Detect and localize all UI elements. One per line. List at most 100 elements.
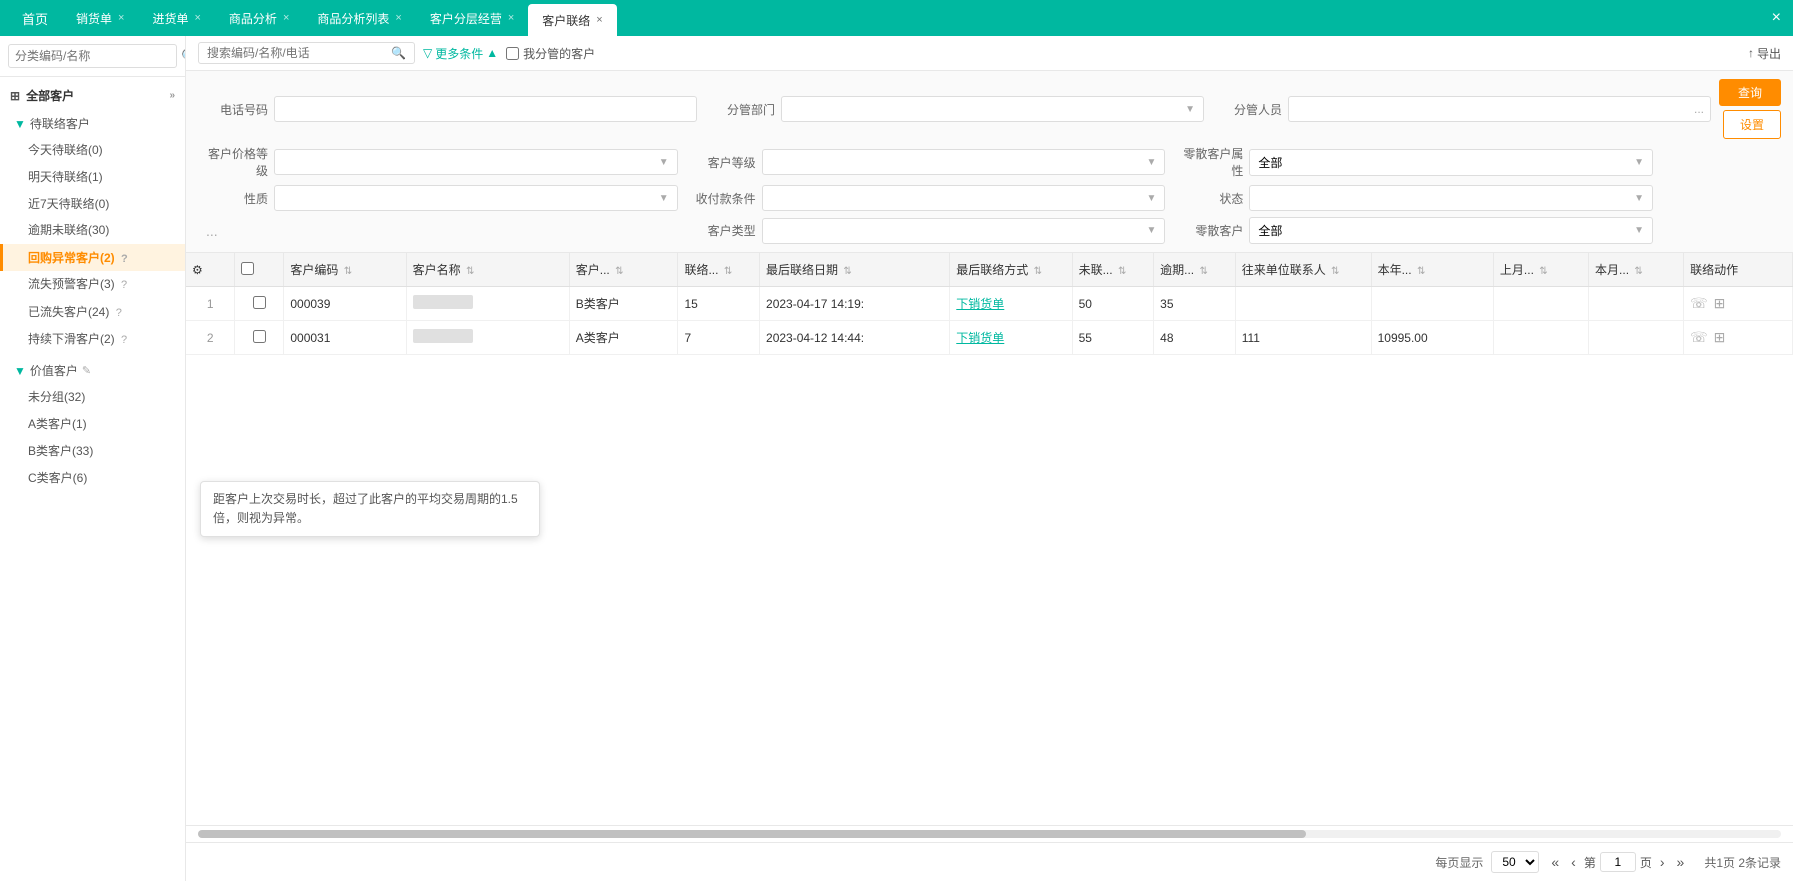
col-settings[interactable]: ⚙ (186, 253, 235, 287)
nav-customer-contact-close[interactable]: × (596, 14, 602, 26)
dept-select[interactable]: ▼ (781, 96, 1204, 122)
col-overdue[interactable]: 逾期... ⇅ (1154, 253, 1236, 287)
sidebar-group-pending[interactable]: ▼ 待联络客户 (0, 110, 185, 137)
row1-lastway[interactable]: 下销货单 (950, 287, 1072, 321)
nav-customer-contact[interactable]: 客户联络 × (528, 4, 616, 36)
dots-button[interactable]: ... (206, 223, 218, 239)
nav-customer-layers-close[interactable]: × (508, 12, 514, 24)
filter-field-scatterprop: 零散客户属性 全部 ▼ (1173, 145, 1653, 179)
prev-page-button[interactable]: ‹ (1567, 852, 1580, 872)
sidebar-item-tomorrow[interactable]: 明天待联络(1) (0, 164, 185, 191)
sidebar-item-ungroups[interactable]: 未分组(32) (0, 384, 185, 411)
filter-field-payment: 收付款条件 ▼ (686, 185, 1166, 211)
nav-customer-layers[interactable]: 客户分层经营 × (416, 0, 528, 36)
row2-lastway-link[interactable]: 下销货单 (956, 331, 1004, 345)
sidebar-item-bclass[interactable]: B类客户(33) (0, 438, 185, 465)
col-contact[interactable]: 联络... ⇅ (678, 253, 760, 287)
row1-phone-icon[interactable]: ☏ (1690, 295, 1708, 312)
window-close-icon[interactable]: × (1772, 9, 1781, 27)
col-lastdate[interactable]: 最后联络日期 ⇅ (760, 253, 950, 287)
sidebar-item-cclass[interactable]: C类客户(6) (0, 465, 185, 492)
query-button[interactable]: 查询 (1719, 79, 1781, 106)
row2-select-checkbox[interactable] (253, 330, 266, 343)
nav-product-analysis[interactable]: 商品分析 × (215, 0, 303, 36)
sidebar-item-overdue[interactable]: 逾期未联络(30) (0, 217, 185, 244)
nature-select[interactable]: ▼ (274, 185, 678, 211)
help-icon-declining[interactable]: ? (121, 334, 127, 346)
col-code[interactable]: 客户编码 ⇅ (284, 253, 406, 287)
page-number-input[interactable] (1600, 852, 1636, 872)
sidebar-search-input[interactable] (8, 44, 177, 68)
row1-num: 1 (186, 287, 235, 321)
customertype-select[interactable]: ▼ (762, 218, 1166, 244)
search-wrap: 🔍 (198, 42, 415, 64)
row2-menu-icon[interactable]: ⊞ (1714, 329, 1726, 346)
payment-select[interactable]: ▼ (762, 185, 1166, 211)
help-icon-abnormal[interactable]: ? (121, 253, 128, 265)
col-thismonth[interactable]: 本月... ⇅ (1589, 253, 1684, 287)
sort-lastmonth-icon: ⇅ (1539, 266, 1547, 277)
scatterprop-label: 零散客户属性 (1173, 145, 1243, 179)
row1-menu-icon[interactable]: ⊞ (1714, 295, 1726, 312)
table-row: 1 000039 B类客户 15 2023-04-17 14:19: 下销货单 (186, 287, 1793, 321)
nav-product-analysis-list[interactable]: 商品分析列表 × (303, 0, 415, 36)
col-name[interactable]: 客户名称 ⇅ (406, 253, 569, 287)
first-page-button[interactable]: « (1547, 852, 1563, 872)
my-customers-checkbox[interactable] (506, 47, 519, 60)
customerlevel-select[interactable]: ▼ (762, 149, 1166, 175)
sort-contact-icon: ⇅ (724, 266, 732, 277)
col-type[interactable]: 客户... ⇅ (569, 253, 678, 287)
sidebar-group-abnormal[interactable]: 回购异常客户(2) ? (0, 244, 185, 271)
nav-home[interactable]: 首页 (8, 0, 62, 36)
nav-product-analysis-close[interactable]: × (283, 12, 289, 24)
phone-input[interactable] (274, 96, 697, 122)
edit-icon[interactable]: ✎ (82, 364, 91, 377)
sidebar-item-today[interactable]: 今天待联络(0) (0, 137, 185, 164)
help-icon-lostwarning[interactable]: ? (121, 279, 127, 291)
scattercustomer-select[interactable]: 全部 ▼ (1249, 217, 1653, 244)
sort-notcontact-icon: ⇅ (1118, 266, 1126, 277)
settings-button[interactable]: 设置 (1723, 110, 1781, 139)
sidebar-item-7days[interactable]: 近7天待联络(0) (0, 191, 185, 218)
col-notcontact[interactable]: 未联... ⇅ (1072, 253, 1154, 287)
nav-sales[interactable]: 销货单 × (62, 0, 138, 36)
col-lastmonth[interactable]: 上月... ⇅ (1493, 253, 1588, 287)
next-page-button[interactable]: › (1656, 852, 1669, 872)
select-all-checkbox[interactable] (241, 262, 254, 275)
page-label: 第 (1584, 854, 1596, 871)
manager-input[interactable]: ... (1288, 96, 1711, 122)
scattercustomer-arrow: ▼ (1634, 225, 1644, 236)
search-icon[interactable]: 🔍 (391, 46, 406, 60)
col-lastway[interactable]: 最后联络方式 ⇅ (950, 253, 1072, 287)
sidebar-group-value[interactable]: ▼ 价值客户 ✎ (0, 357, 185, 384)
sidebar-item-lost[interactable]: 已流失客户(24) ? (0, 299, 185, 326)
sidebar-item-aclass[interactable]: A类客户(1) (0, 411, 185, 438)
scrollbar-thumb[interactable] (198, 830, 1306, 838)
more-conditions-button[interactable]: ▽ 更多条件 ▲ (423, 45, 498, 62)
sidebar-collapse-icon[interactable]: » (169, 90, 175, 101)
col-thisyear[interactable]: 本年... ⇅ (1371, 253, 1493, 287)
status-select[interactable]: ▼ (1249, 185, 1653, 211)
nav-purchase-close[interactable]: × (194, 12, 200, 24)
sidebar-item-declining[interactable]: 持续下滑客户(2) ? (0, 326, 185, 353)
sort-thismonth-icon: ⇅ (1634, 266, 1642, 277)
customer-search-input[interactable] (207, 46, 387, 60)
help-icon-lost[interactable]: ? (116, 307, 122, 319)
row2-lastway[interactable]: 下销货单 (950, 321, 1072, 355)
nav-sales-close[interactable]: × (118, 12, 124, 24)
row1-select-checkbox[interactable] (253, 296, 266, 309)
row2-phone-icon[interactable]: ☏ (1690, 329, 1708, 346)
nav-purchase[interactable]: 进货单 × (138, 0, 214, 36)
pricelevel-select[interactable]: ▼ (274, 149, 678, 175)
horizontal-scrollbar[interactable] (186, 825, 1793, 842)
scatterprop-select[interactable]: 全部 ▼ (1249, 149, 1653, 176)
arrow-down-icon: ▼ (14, 117, 26, 131)
page-size-select[interactable]: 50 (1491, 851, 1539, 873)
nav-product-list-close[interactable]: × (395, 12, 401, 24)
sidebar-item-lostwarning[interactable]: 流失预警客户(3) ? (0, 271, 185, 298)
row1-lastway-link[interactable]: 下销货单 (956, 297, 1004, 311)
last-page-button[interactable]: » (1673, 852, 1689, 872)
sidebar-all-customers[interactable]: ⊞ 全部客户 » (0, 81, 185, 110)
col-unitcontact[interactable]: 往来单位联系人 ⇅ (1235, 253, 1371, 287)
export-button[interactable]: ↑ 导出 (1748, 45, 1781, 62)
